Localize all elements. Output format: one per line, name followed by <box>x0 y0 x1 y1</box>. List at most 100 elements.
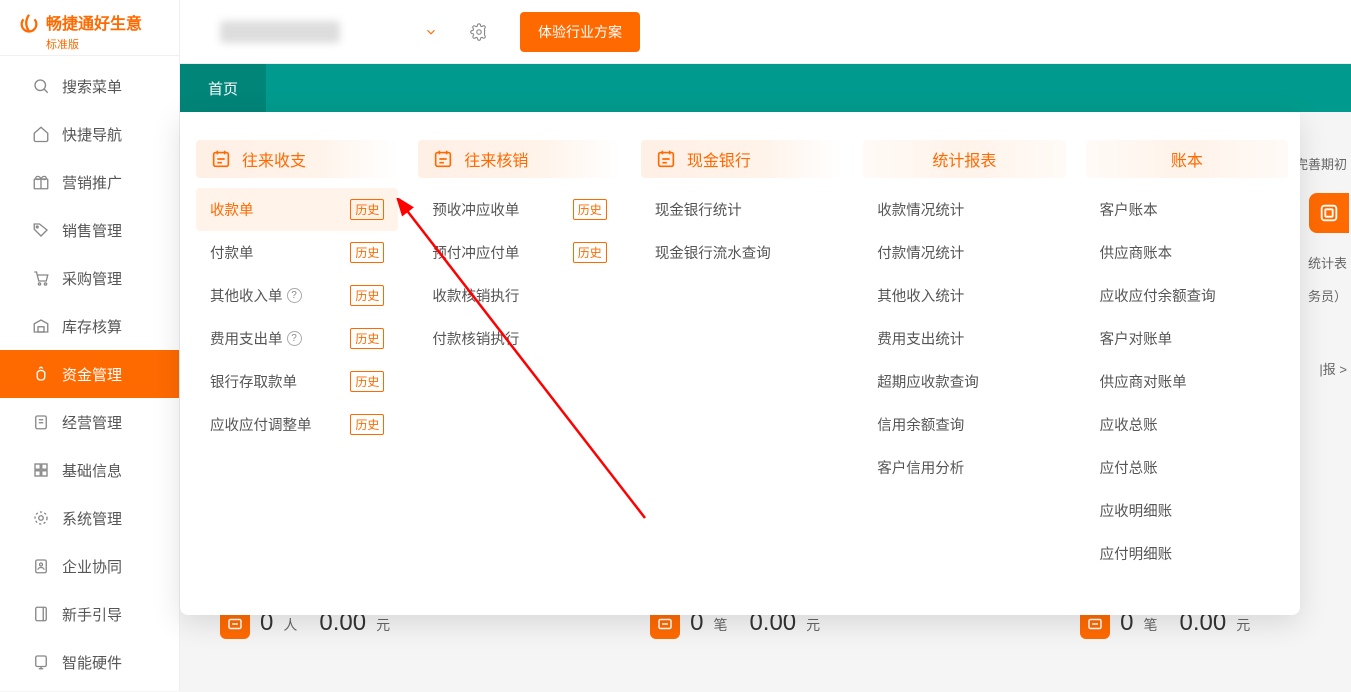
mega-item[interactable]: 应收总账 <box>1086 403 1288 446</box>
doc-icon <box>655 148 677 170</box>
mega-item[interactable]: 应付明细账 <box>1086 532 1288 575</box>
mega-item-label: 银行存取款单 <box>210 371 297 392</box>
mega-item[interactable]: 客户账本 <box>1086 188 1288 231</box>
home-icon <box>32 125 50 143</box>
money-icon <box>32 365 50 383</box>
history-tag[interactable]: 历史 <box>350 371 384 392</box>
mega-item[interactable]: 应收应付余额查询 <box>1086 274 1288 317</box>
mega-item[interactable]: 供应商账本 <box>1086 231 1288 274</box>
help-icon[interactable]: ? <box>287 331 302 346</box>
mega-item[interactable]: 客户信用分析 <box>863 446 1065 489</box>
mega-item[interactable]: 预付冲应付单历史 <box>418 231 620 274</box>
mega-item[interactable]: 其他收入单?历史 <box>196 274 398 317</box>
sidebar-item-12[interactable]: 智能硬件 <box>0 638 179 686</box>
mega-item[interactable]: 付款情况统计 <box>863 231 1065 274</box>
right-item[interactable]: 务员） <box>1306 282 1349 309</box>
logo-text: 畅捷通好生意 <box>46 10 142 34</box>
org-dropdown[interactable] <box>204 15 454 49</box>
industry-plan-button[interactable]: 体验行业方案 <box>520 12 640 52</box>
mega-item[interactable]: 收款单 历史 <box>196 188 398 231</box>
sidebar-item-label: 经营管理 <box>62 412 122 433</box>
mega-item[interactable]: 客户对账单 <box>1086 317 1288 360</box>
history-tag[interactable]: 历史 <box>573 199 607 220</box>
warehouse-icon <box>32 317 50 335</box>
mega-item-label: 费用支出单? <box>210 328 302 349</box>
stat-unit: 笔 <box>1144 615 1158 635</box>
mega-item[interactable]: 应收应付调整单 历史 <box>196 403 398 446</box>
mega-item-label: 应收应付调整单 <box>210 414 312 435</box>
mega-col-header: 账本 <box>1086 140 1288 178</box>
sidebar-item-label: 营销推广 <box>62 172 122 193</box>
mega-item[interactable]: 供应商对账单 <box>1086 360 1288 403</box>
sidebar-item-9[interactable]: 系统管理 <box>0 494 179 542</box>
stat-amount-unit: 元 <box>376 615 390 635</box>
sidebar-item-3[interactable]: 销售管理 <box>0 206 179 254</box>
mega-item[interactable]: 付款单历史 <box>196 231 398 274</box>
mega-col-header: 往来收支 <box>196 140 398 178</box>
mega-item[interactable]: 现金银行流水查询 <box>641 231 843 274</box>
sidebar-item-label: 企业协同 <box>62 556 122 577</box>
right-item[interactable]: 统计表 <box>1306 249 1349 276</box>
sidebar-item-7[interactable]: 经营管理 <box>0 398 179 446</box>
sidebar-item-11[interactable]: 新手引导 <box>0 590 179 638</box>
stat-amount-unit: 元 <box>806 615 820 635</box>
history-tag[interactable]: 历史 <box>350 285 384 306</box>
gear-icon[interactable] <box>470 23 488 41</box>
sidebar-item-0[interactable]: 搜索菜单 <box>0 62 179 110</box>
mega-item[interactable]: 收款情况统计 <box>863 188 1065 231</box>
mega-item[interactable]: 费用支出单? 历史 <box>196 317 398 360</box>
mega-item[interactable]: 银行存取款单 历史 <box>196 360 398 403</box>
stat-unit: 人 <box>283 615 297 635</box>
mega-col-header: 往来核销 <box>418 140 620 178</box>
stat-amount-unit: 元 <box>1236 615 1250 635</box>
sidebar-item-label: 快捷导航 <box>62 124 122 145</box>
mega-item-label: 其他收入统计 <box>877 285 964 306</box>
tab-bar: 首页 <box>180 64 1351 112</box>
right-floating-icon[interactable] <box>1309 193 1349 233</box>
history-tag[interactable]: 历史 <box>350 199 384 220</box>
sidebar-item-8[interactable]: 基础信息 <box>0 446 179 494</box>
sidebar-item-5[interactable]: 库存核算 <box>0 302 179 350</box>
sidebar-item-6[interactable]: 资金管理 <box>0 350 179 398</box>
mega-col-title: 现金银行 <box>687 147 751 171</box>
logo-icon <box>18 12 40 34</box>
history-tag[interactable]: 历史 <box>350 414 384 435</box>
mega-item[interactable]: 其他收入统计 <box>863 274 1065 317</box>
device-icon <box>32 653 50 671</box>
mega-item[interactable]: 应付总账 <box>1086 446 1288 489</box>
tab-home[interactable]: 首页 <box>180 64 266 112</box>
mega-item-label: 收款单 <box>210 199 254 220</box>
mega-item-label: 应付明细账 <box>1100 543 1173 564</box>
history-tag[interactable]: 历史 <box>350 242 384 263</box>
history-tag[interactable]: 历史 <box>350 328 384 349</box>
mega-item[interactable]: 预收冲应收单历史 <box>418 188 620 231</box>
mega-item[interactable]: 超期应收款查询 <box>863 360 1065 403</box>
doc-icon <box>210 148 232 170</box>
mega-item-label: 付款情况统计 <box>877 242 964 263</box>
history-tag[interactable]: 历史 <box>573 242 607 263</box>
sidebar-item-2[interactable]: 营销推广 <box>0 158 179 206</box>
sidebar-item-4[interactable]: 采购管理 <box>0 254 179 302</box>
mega-col-header: 现金银行 <box>641 140 843 178</box>
right-side-widgets: 完善期初 统计表 务员） |报 > <box>1293 150 1351 382</box>
mega-item[interactable]: 现金银行统计 <box>641 188 843 231</box>
mega-item[interactable]: 信用余额查询 <box>863 403 1065 446</box>
mega-item-label: 付款核销执行 <box>432 328 519 349</box>
sidebar-item-label: 搜索菜单 <box>62 76 122 97</box>
right-item[interactable]: 完善期初 <box>1293 150 1349 177</box>
doc-icon <box>432 148 454 170</box>
sidebar-item-10[interactable]: 企业协同 <box>0 542 179 590</box>
help-icon[interactable]: ? <box>287 288 302 303</box>
mega-item[interactable]: 应收明细账 <box>1086 489 1288 532</box>
mega-item-label: 费用支出统计 <box>877 328 964 349</box>
mega-item-label: 现金银行统计 <box>655 199 742 220</box>
mega-item[interactable]: 费用支出统计 <box>863 317 1065 360</box>
mega-item-label: 超期应收款查询 <box>877 371 979 392</box>
right-item[interactable]: |报 > <box>1317 355 1349 382</box>
sidebar-item-1[interactable]: 快捷导航 <box>0 110 179 158</box>
mega-item[interactable]: 收款核销执行 <box>418 274 620 317</box>
org-name-blurred <box>220 21 340 43</box>
mega-item[interactable]: 付款核销执行 <box>418 317 620 360</box>
mega-menu-fund: 往来收支收款单历史付款单历史其他收入单?历史费用支出单?历史银行存取款单历史应收… <box>180 112 1300 615</box>
mega-item-label: 应付总账 <box>1100 457 1158 478</box>
